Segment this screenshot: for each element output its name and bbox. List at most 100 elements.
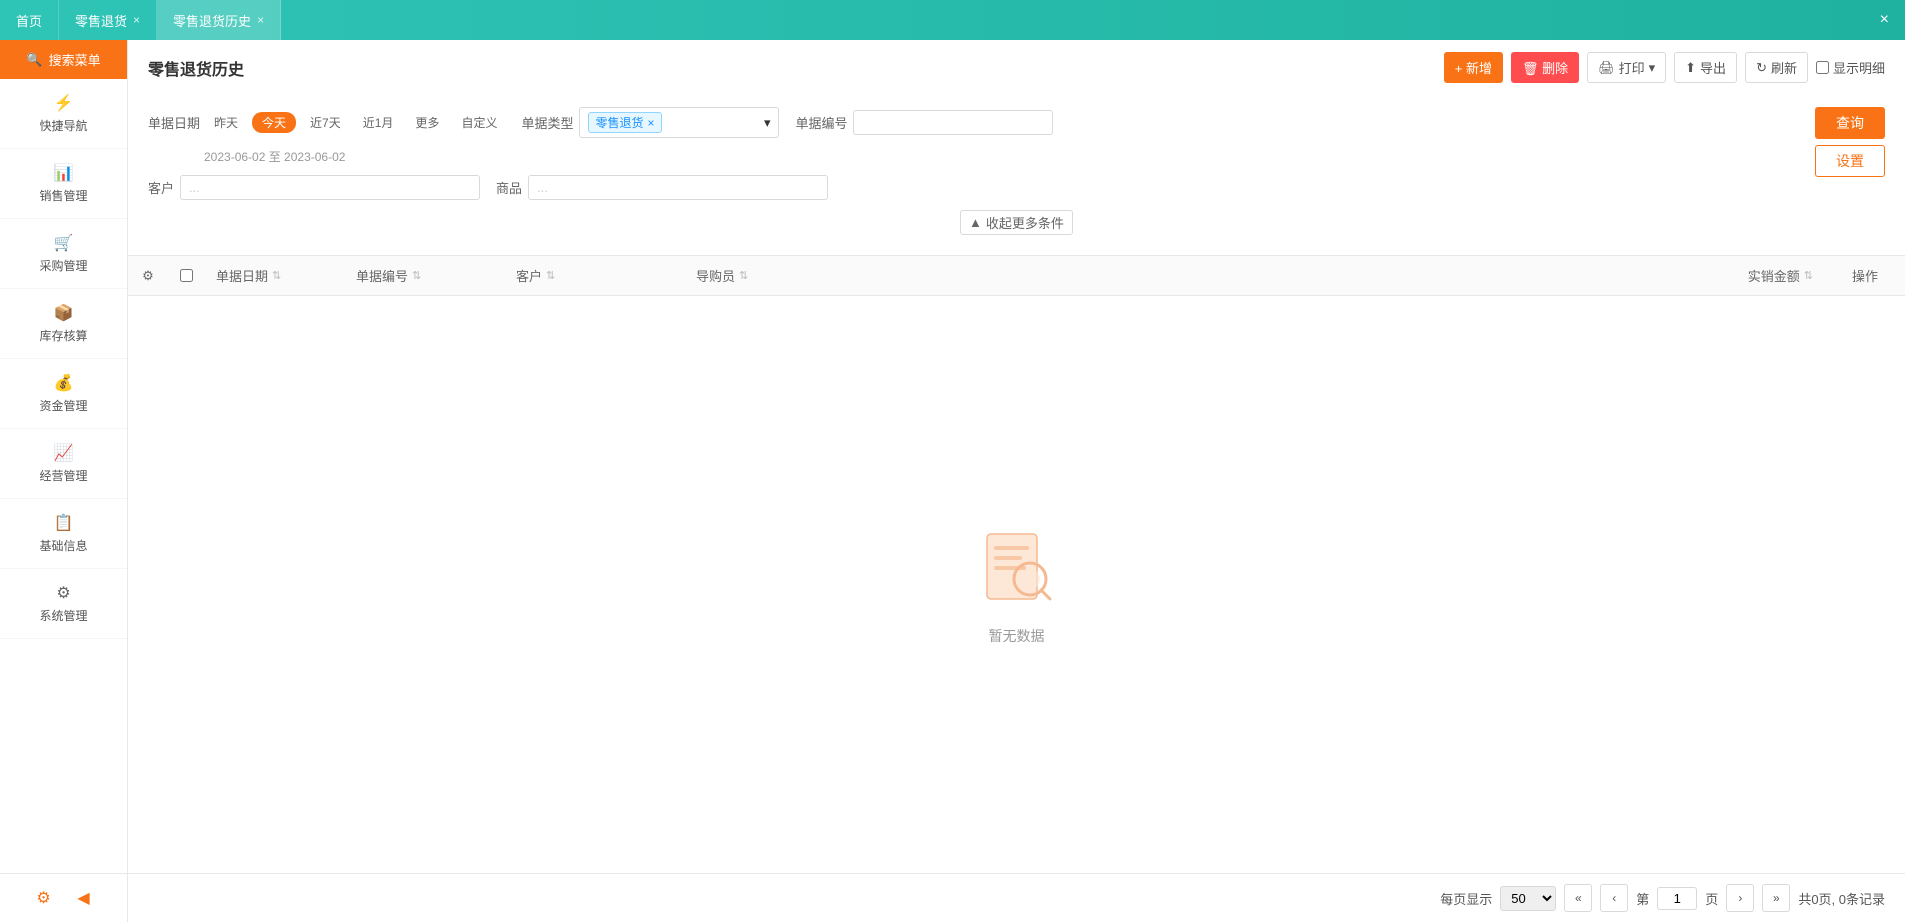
date-more-btn[interactable]: 更多 bbox=[407, 112, 447, 133]
display-label: 显示明细 bbox=[1833, 58, 1885, 77]
tab-retail-return-close[interactable]: × bbox=[133, 13, 140, 27]
collapse-filter-btn[interactable]: ▲ 收起更多条件 bbox=[960, 210, 1073, 235]
query-btn[interactable]: 查询 bbox=[1815, 107, 1885, 139]
filter-area: 单据日期 昨天 今天 近7天 近1月 更多 自定义 bbox=[148, 95, 1885, 255]
window-close-btn[interactable]: × bbox=[1864, 11, 1905, 29]
sidebar-item-finance-label: 资金管理 bbox=[39, 397, 87, 414]
collapse-label: 收起更多条件 bbox=[986, 213, 1064, 232]
tab-retail-return[interactable]: 零售退货 × bbox=[59, 0, 157, 40]
first-page-btn[interactable]: « bbox=[1564, 884, 1592, 912]
th-action-label: 操作 bbox=[1852, 266, 1878, 285]
print-btn[interactable]: 🖨 打印 ▾ bbox=[1587, 52, 1666, 83]
sidebar-item-sales[interactable]: 📊 销售管理 bbox=[0, 149, 127, 219]
sidebar-item-sales-label: 销售管理 bbox=[39, 187, 87, 204]
pagination-bar: 每页显示 50 10 20 100 « ‹ 第 页 › » 共0页, 0条记录 bbox=[128, 873, 1905, 922]
th-amount-sort-icon: ⇅ bbox=[1804, 269, 1813, 282]
type-filter-tag: 零售退货 × bbox=[588, 112, 661, 133]
tab-retail-return-label: 零售退货 bbox=[75, 11, 127, 30]
th-guide[interactable]: 导购员 ⇅ bbox=[684, 266, 824, 285]
empty-state: 暂无数据 bbox=[128, 296, 1905, 873]
filter-row-2: 客户 ... 商品 ... bbox=[148, 175, 1799, 200]
page-title-row: 零售退货历史 + 新增 🗑 删除 🖨 打印 ▾ ⬆ 导出 ↻ bbox=[148, 52, 1885, 83]
th-number-sort-icon: ⇅ bbox=[412, 269, 421, 282]
prev-page-btn[interactable]: ‹ bbox=[1600, 884, 1628, 912]
sidebar-item-quicknav[interactable]: ⚡ 快捷导航 bbox=[0, 79, 127, 149]
export-btn[interactable]: ⬆ 导出 bbox=[1674, 52, 1737, 83]
date-filters: 昨天 今天 近7天 近1月 更多 自定义 bbox=[206, 112, 505, 133]
sidebar-item-purchase[interactable]: 🛒 采购管理 bbox=[0, 219, 127, 289]
export-icon: ⬆ bbox=[1685, 60, 1696, 76]
page-title: 零售退货历史 bbox=[148, 56, 244, 80]
number-filter-input[interactable] bbox=[853, 110, 1053, 135]
sidebar-item-operations-label: 经营管理 bbox=[39, 467, 87, 484]
select-all-checkbox[interactable] bbox=[180, 269, 193, 282]
search-icon: 🔍 bbox=[26, 52, 42, 68]
new-btn[interactable]: + 新增 bbox=[1444, 52, 1503, 83]
type-filter-item: 单据类型 零售退货 × ▾ bbox=[521, 107, 779, 138]
sidebar-item-quicknav-label: 快捷导航 bbox=[39, 117, 87, 134]
th-amount[interactable]: 实销金额 ⇅ bbox=[824, 266, 1825, 285]
tab-retail-return-history-label: 零售退货历史 bbox=[173, 11, 251, 30]
th-number-label: 单据编号 bbox=[356, 266, 408, 285]
customer-filter-select[interactable]: ... bbox=[180, 175, 480, 200]
th-number[interactable]: 单据编号 ⇅ bbox=[344, 266, 504, 285]
delete-btn[interactable]: 🗑 删除 bbox=[1511, 52, 1579, 83]
main-layout: 🔍 搜索菜单 ⚡ 快捷导航 📊 销售管理 🛒 采购管理 📦 库存核算 💰 资金管… bbox=[0, 40, 1905, 922]
number-filter-item: 单据编号 bbox=[795, 110, 1053, 135]
display-checkbox[interactable] bbox=[1816, 61, 1829, 74]
date-1month-btn[interactable]: 近1月 bbox=[355, 112, 402, 133]
th-date[interactable]: 单据日期 ⇅ bbox=[204, 266, 344, 285]
sidebar-item-purchase-label: 采购管理 bbox=[39, 257, 87, 274]
collapse-icon: ▲ bbox=[969, 215, 982, 230]
th-date-label: 单据日期 bbox=[216, 266, 268, 285]
date-custom-btn[interactable]: 自定义 bbox=[453, 112, 505, 133]
date-today-btn[interactable]: 今天 bbox=[252, 112, 296, 133]
filter-row-1: 单据日期 昨天 今天 近7天 近1月 更多 自定义 bbox=[148, 107, 1799, 138]
date-yesterday-btn[interactable]: 昨天 bbox=[206, 112, 246, 133]
query-buttons: 查询 设置 bbox=[1815, 107, 1885, 177]
sidebar: 🔍 搜索菜单 ⚡ 快捷导航 📊 销售管理 🛒 采购管理 📦 库存核算 💰 资金管… bbox=[0, 40, 128, 922]
sidebar-item-system-label: 系统管理 bbox=[39, 607, 87, 624]
th-customer[interactable]: 客户 ⇅ bbox=[504, 266, 684, 285]
page-header: 零售退货历史 + 新增 🗑 删除 🖨 打印 ▾ ⬆ 导出 ↻ bbox=[128, 40, 1905, 256]
page-label: 第 bbox=[1636, 889, 1649, 908]
th-gear[interactable]: ⚙ bbox=[128, 268, 168, 284]
tab-home[interactable]: 首页 bbox=[0, 0, 59, 40]
customer-filter-item: 客户 ... bbox=[148, 175, 480, 200]
page-size-label: 每页显示 bbox=[1440, 889, 1492, 908]
type-tag-close[interactable]: × bbox=[647, 116, 654, 130]
date-7days-btn[interactable]: 近7天 bbox=[302, 112, 349, 133]
page-number-input[interactable] bbox=[1657, 887, 1697, 910]
th-check[interactable] bbox=[168, 269, 204, 282]
sidebar-item-system[interactable]: ⚙ 系统管理 bbox=[0, 569, 127, 639]
sidebar-item-operations[interactable]: 📈 经营管理 bbox=[0, 429, 127, 499]
page-size-select[interactable]: 50 10 20 100 bbox=[1500, 886, 1556, 911]
sidebar-bottom: ⚙ ◀ bbox=[0, 873, 127, 922]
page-label-end: 页 bbox=[1705, 889, 1718, 908]
purchase-icon: 🛒 bbox=[54, 233, 74, 253]
next-page-btn[interactable]: › bbox=[1726, 884, 1754, 912]
sidebar-settings-btn[interactable]: ⚙ bbox=[28, 882, 60, 914]
sidebar-collapse-btn[interactable]: ◀ bbox=[68, 882, 100, 914]
tab-retail-return-history[interactable]: 零售退货历史 × bbox=[157, 0, 281, 40]
filter-settings-btn[interactable]: 设置 bbox=[1815, 145, 1885, 177]
content-area: 零售退货历史 + 新增 🗑 删除 🖨 打印 ▾ ⬆ 导出 ↻ bbox=[128, 40, 1905, 922]
tab-bar: 首页 零售退货 × 零售退货历史 × bbox=[0, 0, 1864, 40]
refresh-btn[interactable]: ↻ 刷新 bbox=[1745, 52, 1808, 83]
sidebar-item-basic-label: 基础信息 bbox=[39, 537, 87, 554]
type-tag-text: 零售退货 bbox=[595, 114, 643, 131]
sidebar-item-basic[interactable]: 📋 基础信息 bbox=[0, 499, 127, 569]
operations-icon: 📈 bbox=[54, 443, 74, 463]
sidebar-search[interactable]: 🔍 搜索菜单 bbox=[0, 40, 127, 79]
date-filter-item: 单据日期 昨天 今天 近7天 近1月 更多 自定义 bbox=[148, 112, 505, 133]
goods-filter-select[interactable]: ... bbox=[528, 175, 828, 200]
last-page-btn[interactable]: » bbox=[1762, 884, 1790, 912]
display-toggle[interactable]: 显示明细 bbox=[1816, 58, 1885, 77]
sidebar-item-inventory[interactable]: 📦 库存核算 bbox=[0, 289, 127, 359]
tab-retail-return-history-close[interactable]: × bbox=[257, 13, 264, 27]
type-filter-select[interactable]: 零售退货 × ▾ bbox=[579, 107, 779, 138]
sidebar-item-finance[interactable]: 💰 资金管理 bbox=[0, 359, 127, 429]
goods-filter-label: 商品 bbox=[496, 178, 522, 197]
table-container: ⚙ 单据日期 ⇅ 单据编号 ⇅ 客户 ⇅ 导购员 bbox=[128, 256, 1905, 873]
basic-icon: 📋 bbox=[54, 513, 74, 533]
